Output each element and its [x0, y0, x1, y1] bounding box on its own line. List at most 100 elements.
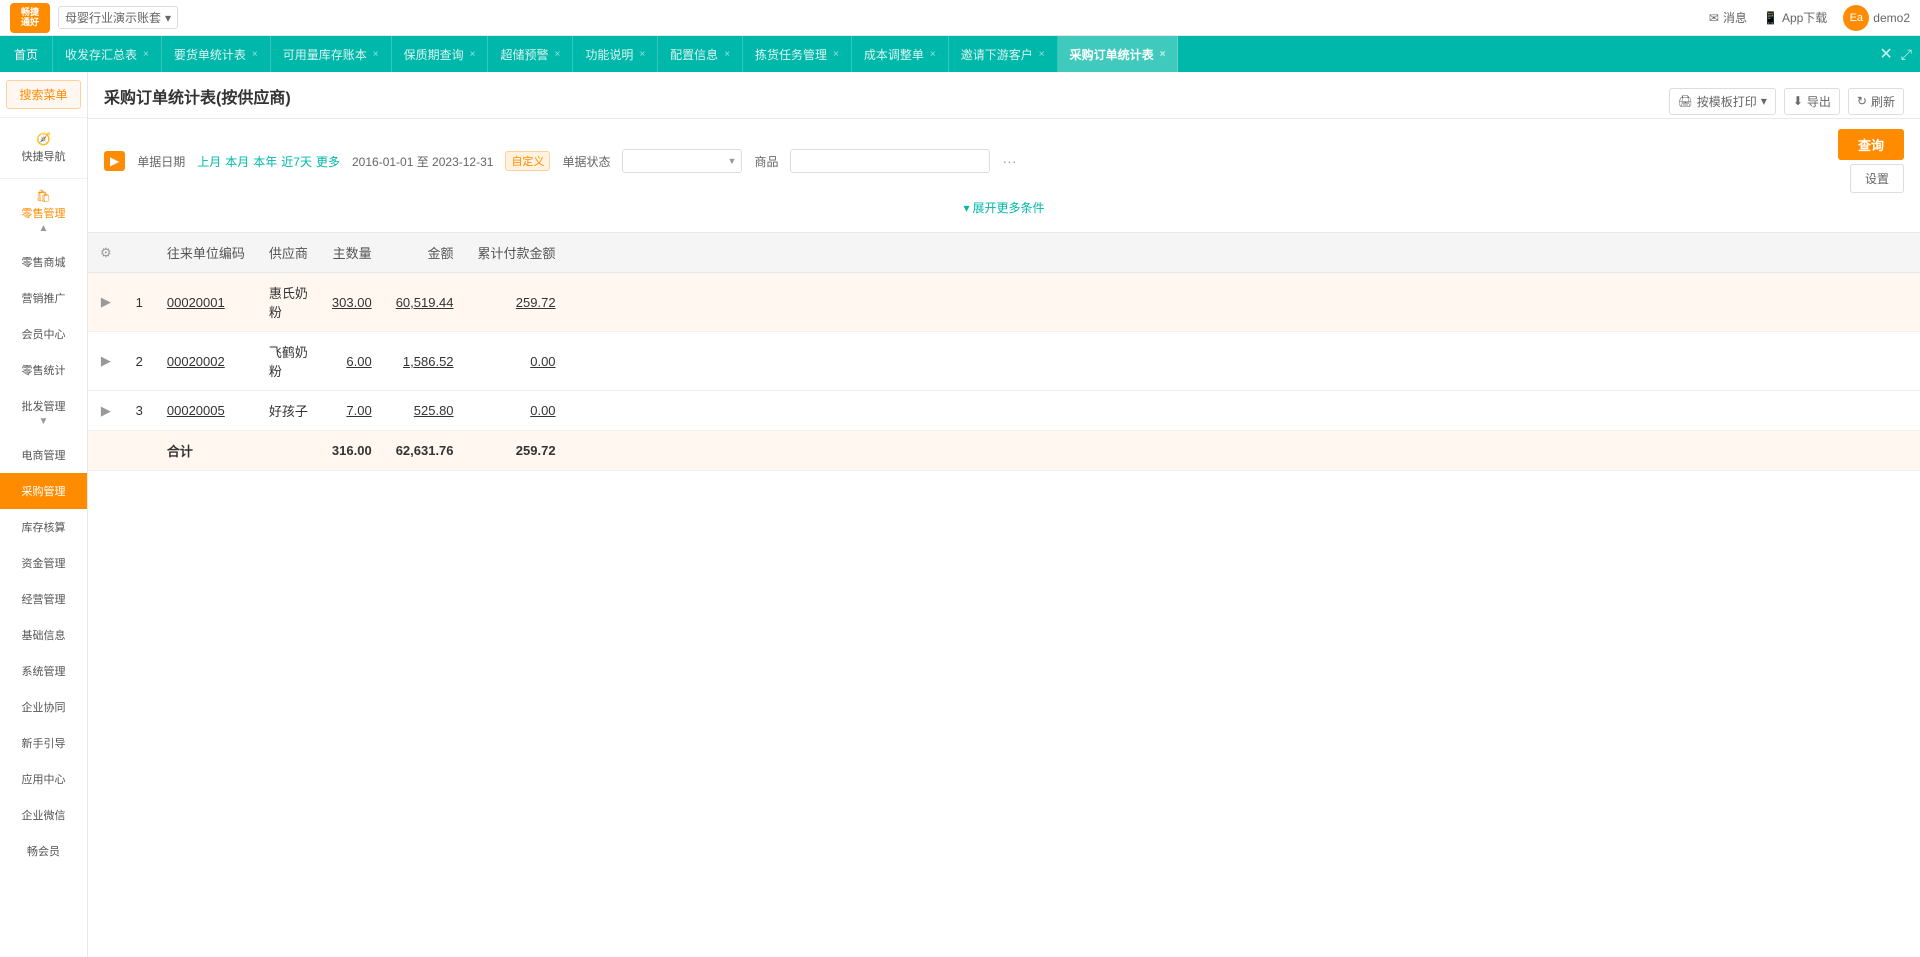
- row-expand[interactable]: ▶: [88, 391, 124, 431]
- shortcut-last-month[interactable]: 上月: [197, 153, 221, 170]
- close-icon[interactable]: ×: [724, 49, 730, 60]
- avatar: Ea: [1843, 5, 1869, 31]
- app-logo: 畅捷通好: [10, 3, 50, 33]
- table-row[interactable]: ▶ 2 00020002 飞鹤奶粉 6.00 1,586.52 0.00: [88, 332, 1920, 391]
- row-quantity: 7.00: [320, 391, 384, 431]
- message-btn[interactable]: ✉ 消息: [1709, 9, 1747, 26]
- refresh-button[interactable]: ↻ 刷新: [1848, 88, 1904, 115]
- tab-peizhi[interactable]: 配置信息 ×: [658, 36, 743, 72]
- sidebar-item-pifaguanli[interactable]: 批发管理 ▼: [0, 388, 87, 437]
- sidebar-item-jingyinggl[interactable]: 经营管理: [0, 581, 87, 617]
- export-button[interactable]: ⬇ 导出: [1784, 88, 1840, 115]
- col-paid: 累计付款金额: [466, 233, 568, 273]
- shortcut-this-month[interactable]: 本月: [225, 153, 249, 170]
- shortcut-more[interactable]: 更多: [316, 153, 340, 170]
- goods-input[interactable]: [790, 149, 990, 173]
- data-table: ⚙ 往来单位编码 供应商 主数量 金额 累计付款金额 ▶ 1 00020001 …: [88, 233, 1920, 471]
- sidebar-item-diansguanli[interactable]: 电商管理: [0, 437, 87, 473]
- tab-chaochuyujing[interactable]: 超储预警 ×: [488, 36, 573, 72]
- sidebar-item-xinshouyindao[interactable]: 新手引导: [0, 725, 87, 761]
- sidebar-item-lingshoutils[interactable]: 零售统计: [0, 352, 87, 388]
- row-paid: 0.00: [466, 391, 568, 431]
- refresh-icon: ↻: [1857, 94, 1867, 108]
- sidebar-item-qiyexietong[interactable]: 企业协同: [0, 689, 87, 725]
- sidebar-item-lingshouguan[interactable]: 🛍 零售管理 ▲: [0, 179, 87, 244]
- table-row[interactable]: ▶ 3 00020005 好孩子 7.00 525.80 0.00: [88, 391, 1920, 431]
- close-icon[interactable]: ×: [143, 49, 149, 60]
- more-options-icon[interactable]: ···: [1002, 153, 1016, 169]
- expand-icon: ▾: [963, 201, 969, 215]
- row-empty: [568, 332, 1920, 391]
- tab-gongnengshuo[interactable]: 功能说明 ×: [573, 36, 658, 72]
- sidebar-item-lingshougshop[interactable]: 零售商城: [0, 244, 87, 280]
- sidebar-item-zijinguanli[interactable]: 资金管理: [0, 545, 87, 581]
- row-paid: 0.00: [466, 332, 568, 391]
- retail-icon: 🛍: [36, 189, 51, 203]
- sidebar-item-xitongguanli[interactable]: 系统管理: [0, 653, 87, 689]
- print-icon: 🖨: [1678, 94, 1693, 108]
- footer-empty-cell: [568, 431, 1920, 471]
- sidebar-item-yingsxiaotg[interactable]: 营销推广: [0, 280, 87, 316]
- tab-baozhiqi[interactable]: 保质期查询 ×: [392, 36, 489, 72]
- sidebar-item-jichuxinxi[interactable]: 基础信息: [0, 617, 87, 653]
- col-supplier: 供应商: [257, 233, 320, 273]
- tab-keyongliang[interactable]: 可用量库存账本 ×: [271, 36, 392, 72]
- sidebar-search-area: 搜索菜单: [0, 72, 87, 118]
- user-profile[interactable]: Ea demo2: [1843, 5, 1910, 31]
- tab-shoufajihui[interactable]: 收发存汇总表 ×: [53, 36, 162, 72]
- row-expand[interactable]: ▶: [88, 332, 124, 391]
- col-settings[interactable]: ⚙: [88, 233, 124, 273]
- row-paid: 259.72: [466, 273, 568, 332]
- tab-peihuorenwu[interactable]: 拣货任务管理 ×: [743, 36, 852, 72]
- sidebar-item-caigouguanli[interactable]: 采购管理: [0, 473, 87, 509]
- tab-yaoqingxiayou[interactable]: 邀请下游客户 ×: [949, 36, 1058, 72]
- sidebar-item-qiyeweixin[interactable]: 企业微信: [0, 797, 87, 833]
- query-button[interactable]: 查询: [1838, 129, 1904, 160]
- sidebar-item-yingyongzx[interactable]: 应用中心: [0, 761, 87, 797]
- shortcut-this-year[interactable]: 本年: [253, 153, 277, 170]
- nav-tabs: 首页 收发存汇总表 × 要货单统计表 × 可用量库存账本 × 保质期查询 × 超…: [0, 36, 1920, 72]
- col-empty: [568, 233, 1920, 273]
- close-icon[interactable]: ×: [554, 49, 560, 60]
- print-button[interactable]: 🖨 按模板打印 ▾: [1669, 88, 1776, 115]
- col-quantity: 主数量: [320, 233, 384, 273]
- row-expand[interactable]: ▶: [88, 273, 124, 332]
- filter-area: ▶ 单据日期 上月 本月 本年 近7天 更多 2016-01-01 至 2023…: [88, 119, 1920, 233]
- sidebar-item-quicknav[interactable]: 🧭 快捷导航: [0, 122, 87, 174]
- content-area: 采购订单统计表(按供应商) 🖨 按模板打印 ▾ ⬇ 导出 ↻ 刷新: [88, 72, 1920, 957]
- app-download-btn[interactable]: 📱 App下载: [1763, 9, 1827, 26]
- shortcut-7days[interactable]: 近7天: [281, 153, 312, 170]
- row-index: 3: [124, 391, 155, 431]
- sidebar-item-huiyuanzx[interactable]: 会员中心: [0, 316, 87, 352]
- dropdown-arrow-icon: ▾: [1761, 94, 1767, 108]
- tab-yaohuodantongji[interactable]: 要货单统计表 ×: [162, 36, 271, 72]
- expand-row-icon: ▶: [101, 294, 111, 309]
- main-layout: 搜索菜单 🧭 快捷导航 🛍 零售管理 ▲ 零售商城 营销推广 会员中心 零售统计…: [0, 72, 1920, 957]
- close-icon[interactable]: ×: [470, 49, 476, 60]
- close-icon[interactable]: ×: [833, 49, 839, 60]
- account-selector[interactable]: 母婴行业演示账套 ▾: [58, 6, 178, 29]
- close-icon[interactable]: ×: [1160, 49, 1166, 60]
- date-range-display: 2016-01-01 至 2023-12-31: [352, 153, 493, 170]
- close-icon[interactable]: ×: [252, 49, 258, 60]
- expand-more-button[interactable]: ▾ 展开更多条件: [963, 199, 1044, 216]
- row-supplier: 飞鹤奶粉: [257, 332, 320, 391]
- table-row[interactable]: ▶ 1 00020001 惠氏奶粉 303.00 60,519.44 259.7…: [88, 273, 1920, 332]
- filter-toggle-button[interactable]: ▶: [104, 151, 125, 171]
- status-select[interactable]: [622, 149, 742, 173]
- tab-chengbentiaoz[interactable]: 成本调整单 ×: [852, 36, 949, 72]
- window-maximize-icon[interactable]: ⤢: [1901, 46, 1912, 63]
- close-icon[interactable]: ×: [1039, 49, 1045, 60]
- close-icon[interactable]: ×: [373, 49, 379, 60]
- window-close-icon[interactable]: ✕: [1879, 44, 1892, 64]
- tab-home[interactable]: 首页: [0, 36, 53, 72]
- status-filter-label: 单据状态: [562, 153, 610, 170]
- close-icon[interactable]: ×: [930, 49, 936, 60]
- close-icon[interactable]: ×: [639, 49, 645, 60]
- tab-caigoutongji[interactable]: 采购订单统计表 ×: [1058, 36, 1179, 72]
- sidebar-item-kucunhj[interactable]: 库存核算: [0, 509, 87, 545]
- sidebar-item-changhui[interactable]: 畅会员: [0, 833, 87, 869]
- settings-button[interactable]: 设置: [1850, 164, 1904, 193]
- search-menu-button[interactable]: 搜索菜单: [6, 80, 81, 109]
- row-code: 00020005: [155, 391, 257, 431]
